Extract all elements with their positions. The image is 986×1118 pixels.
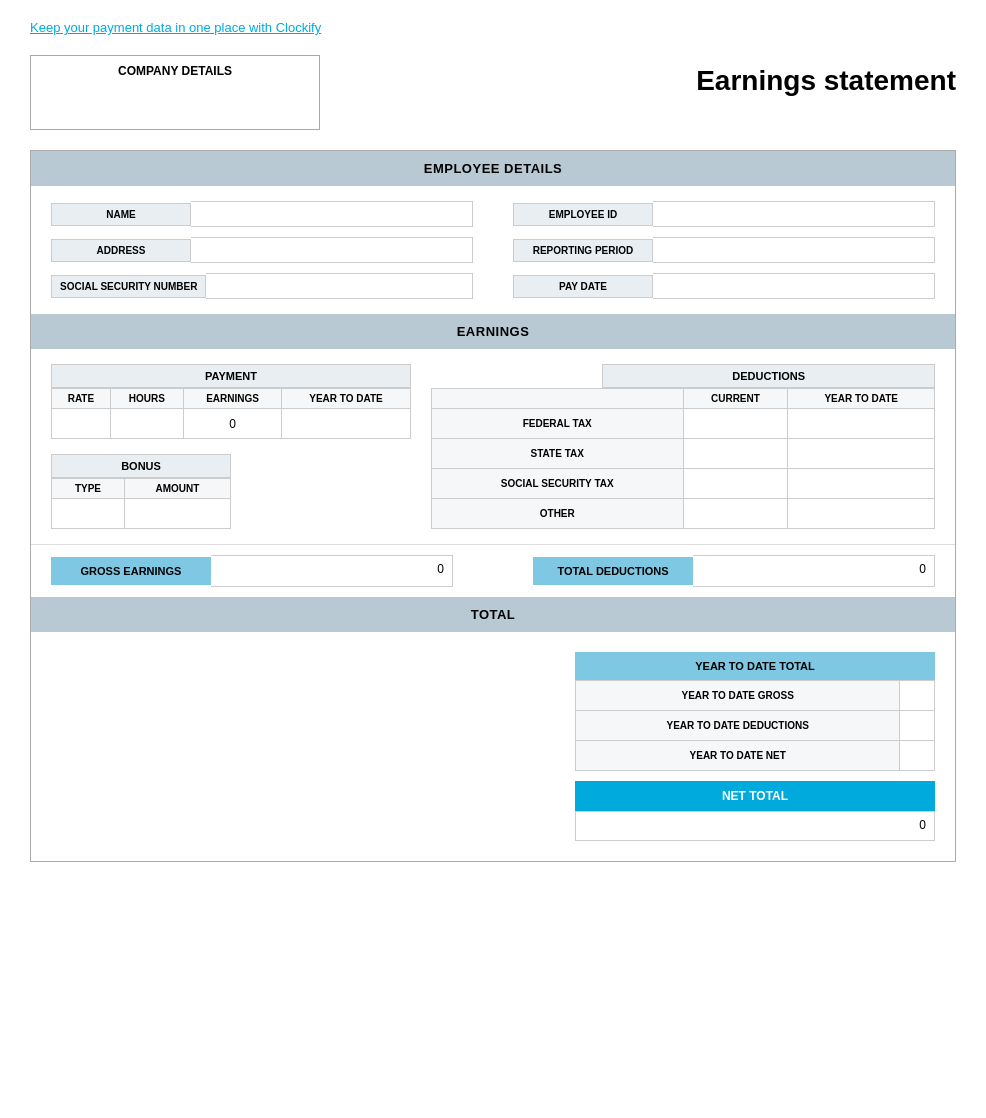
header-section: COMPANY DETAILS Earnings statement [30,55,956,130]
payment-section: PAYMENT RATE HOURS EARNINGS YEAR TO DATE [51,364,411,439]
ssn-value[interactable] [206,273,473,299]
reporting-period-value[interactable] [653,237,935,263]
ytd-total-block: YEAR TO DATE TOTAL YEAR TO DATE GROSS YE… [575,652,935,771]
name-field-row: NAME [51,201,473,227]
ytd-net-row: YEAR TO DATE NET [576,741,935,771]
payment-title: PAYMENT [51,364,411,388]
deductions-row-state: STATE TAX [432,439,935,469]
ytd-deductions-label: YEAR TO DATE DEDUCTIONS [576,711,900,741]
deductions-ytd-state[interactable] [788,439,935,469]
company-details-label: COMPANY DETAILS [118,64,232,78]
total-deductions-label: TOTAL DEDUCTIONS [533,557,693,585]
name-value[interactable] [191,201,473,227]
deductions-label-ss: SOCIAL SECURITY TAX [432,469,684,499]
deductions-title: DEDUCTIONS [602,364,935,388]
pay-date-field-row: PAY DATE [513,273,935,299]
page-title: Earnings statement [696,65,956,97]
total-deductions-value[interactable]: 0 [693,555,935,587]
earnings-header: EARNINGS [31,314,955,349]
bonus-amount-cell[interactable] [124,499,230,529]
employee-id-label: EMPLOYEE ID [513,203,653,226]
total-right: YEAR TO DATE TOTAL YEAR TO DATE GROSS YE… [575,652,935,841]
net-total-value[interactable]: 0 [575,811,935,841]
bonus-title: BONUS [51,454,231,478]
ytd-table: YEAR TO DATE GROSS YEAR TO DATE DEDUCTIO… [575,680,935,771]
totals-row: GROSS EARNINGS 0 TOTAL DEDUCTIONS 0 [31,544,955,597]
bonus-type-cell[interactable] [52,499,125,529]
ytd-net-value[interactable] [900,741,935,771]
deductions-row-ss: SOCIAL SECURITY TAX [432,469,935,499]
ytd-total-header: YEAR TO DATE TOTAL [575,652,935,680]
deductions-ytd-federal[interactable] [788,409,935,439]
ssn-label: SOCIAL SECURITY NUMBER [51,275,206,298]
deductions-header-row: CURRENT YEAR TO DATE [432,389,935,409]
payment-rate-cell[interactable] [52,409,111,439]
address-field-row: ADDRESS [51,237,473,263]
bonus-data-row [52,499,231,529]
payment-col-earnings: EARNINGS [184,389,282,409]
payment-col-ytd: YEAR TO DATE [282,389,411,409]
payment-header-row: RATE HOURS EARNINGS YEAR TO DATE [52,389,411,409]
pay-date-value[interactable] [653,273,935,299]
bonus-col-type: TYPE [52,479,125,499]
deductions-current-ss[interactable] [683,469,788,499]
gross-earnings-label: GROSS EARNINGS [51,557,211,585]
net-total-label: NET TOTAL [575,781,935,811]
payment-earnings-cell[interactable]: 0 [184,409,282,439]
payment-col-rate: RATE [52,389,111,409]
deductions-label-state: STATE TAX [432,439,684,469]
employee-details-grid: NAME EMPLOYEE ID ADDRESS REPORTIN [31,186,955,314]
deductions-label-federal: FEDERAL TAX [432,409,684,439]
bonus-col-amount: AMOUNT [124,479,230,499]
reporting-period-field-row: REPORTING PERIOD [513,237,935,263]
deductions-col-name [432,389,684,409]
company-details-box: COMPANY DETAILS [30,55,320,130]
deductions-current-other[interactable] [683,499,788,529]
deductions-title-row: DEDUCTIONS [431,364,935,388]
bonus-section: BONUS TYPE AMOUNT [51,454,231,529]
payment-table: RATE HOURS EARNINGS YEAR TO DATE 0 [51,388,411,439]
employee-details-header: EMPLOYEE DETAILS [31,151,955,186]
earnings-content: PAYMENT RATE HOURS EARNINGS YEAR TO DATE [31,349,955,544]
earnings-left: PAYMENT RATE HOURS EARNINGS YEAR TO DATE [51,364,411,529]
payment-hours-cell[interactable] [110,409,183,439]
deductions-ytd-ss[interactable] [788,469,935,499]
total-section-content: YEAR TO DATE TOTAL YEAR TO DATE GROSS YE… [31,632,955,861]
ssn-field-row: SOCIAL SECURITY NUMBER [51,273,473,299]
clockify-link[interactable]: Keep your payment data in one place with… [30,20,321,35]
main-card: EMPLOYEE DETAILS NAME EMPLOYEE ID ADDRES… [30,150,956,862]
ytd-gross-row: YEAR TO DATE GROSS [576,681,935,711]
deductions-col-current: CURRENT [683,389,788,409]
deductions-col-ytd: YEAR TO DATE [788,389,935,409]
pay-date-label: PAY DATE [513,275,653,298]
ytd-net-label: YEAR TO DATE NET [576,741,900,771]
name-label: NAME [51,203,191,226]
deductions-row-federal: FEDERAL TAX [432,409,935,439]
gross-earnings-block: GROSS EARNINGS 0 [51,555,453,587]
total-deductions-block: TOTAL DEDUCTIONS 0 [533,555,935,587]
employee-id-field-row: EMPLOYEE ID [513,201,935,227]
earnings-right: DEDUCTIONS CURRENT YEAR TO DATE FEDERAL … [431,364,935,529]
deductions-row-other: OTHER [432,499,935,529]
payment-data-row: 0 [52,409,411,439]
ytd-deductions-value[interactable] [900,711,935,741]
deductions-ytd-other[interactable] [788,499,935,529]
deductions-current-state[interactable] [683,439,788,469]
bonus-table: TYPE AMOUNT [51,478,231,529]
payment-ytd-cell[interactable] [282,409,411,439]
address-value[interactable] [191,237,473,263]
reporting-period-label: REPORTING PERIOD [513,239,653,262]
payment-col-hours: HOURS [110,389,183,409]
deductions-table: CURRENT YEAR TO DATE FEDERAL TAX STATE T… [431,388,935,529]
employee-id-value[interactable] [653,201,935,227]
address-label: ADDRESS [51,239,191,262]
bonus-header-row: TYPE AMOUNT [52,479,231,499]
deductions-label-other: OTHER [432,499,684,529]
gross-earnings-value[interactable]: 0 [211,555,453,587]
ytd-gross-label: YEAR TO DATE GROSS [576,681,900,711]
ytd-gross-value[interactable] [900,681,935,711]
deductions-current-federal[interactable] [683,409,788,439]
ytd-deductions-row: YEAR TO DATE DEDUCTIONS [576,711,935,741]
total-section-header: TOTAL [31,597,955,632]
